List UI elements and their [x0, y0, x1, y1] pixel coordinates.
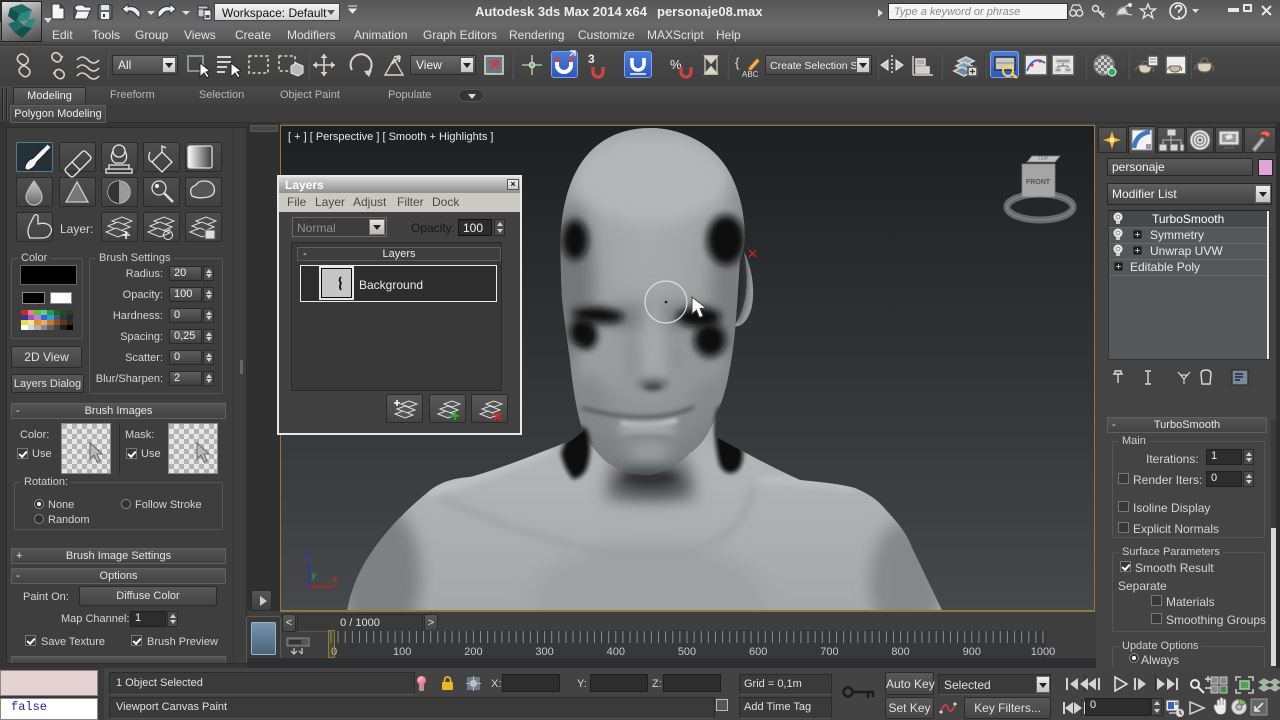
svg-text:800: 800 [891, 646, 909, 658]
svg-text:200: 200 [464, 646, 482, 658]
svg-text:y: y [311, 570, 316, 580]
svg-text:3: 3 [588, 52, 595, 66]
svg-text:500: 500 [678, 646, 696, 658]
svg-text:600: 600 [749, 646, 767, 658]
svg-text:700: 700 [820, 646, 838, 658]
svg-text:FRONT: FRONT [1026, 179, 1051, 186]
svg-text:900: 900 [963, 646, 981, 658]
svg-text:400: 400 [607, 646, 625, 658]
svg-text:100: 100 [393, 646, 411, 658]
svg-text:x: x [332, 574, 338, 585]
svg-text:ABC: ABC [742, 70, 759, 79]
svg-text:300: 300 [535, 646, 553, 658]
svg-text:z: z [305, 551, 310, 562]
svg-text:1000: 1000 [1031, 646, 1055, 658]
svg-text:TOP: TOP [1037, 156, 1049, 162]
svg-text:{: { [735, 55, 740, 70]
